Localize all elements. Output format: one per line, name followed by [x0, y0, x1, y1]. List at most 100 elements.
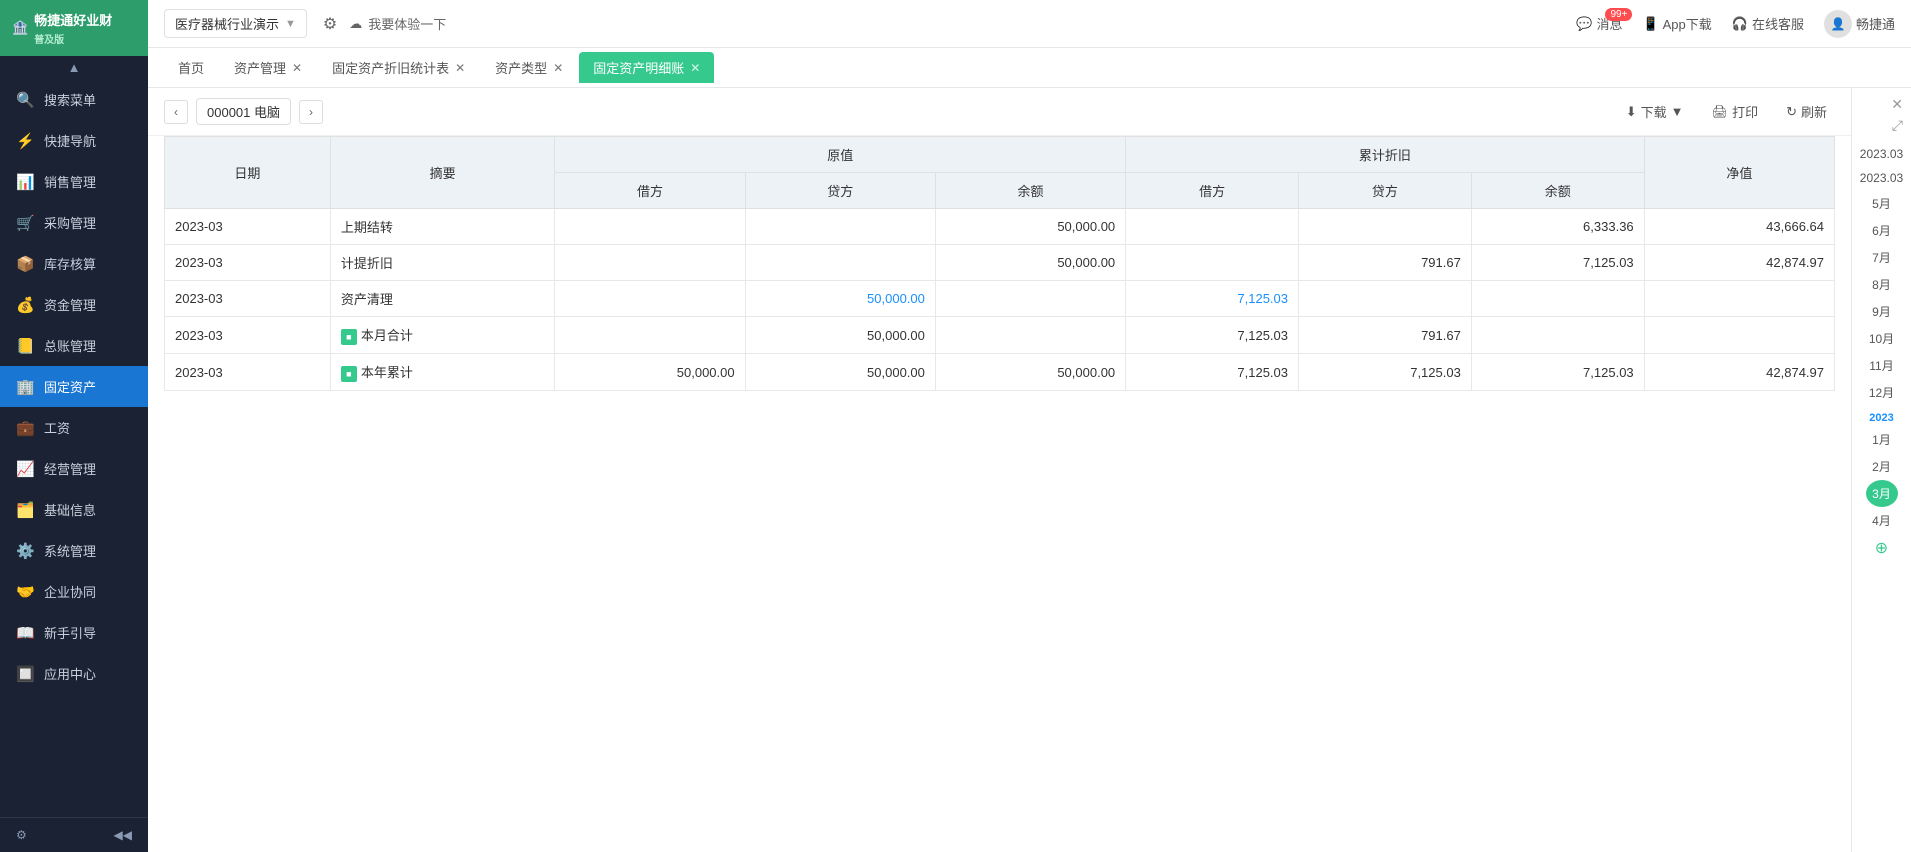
tab-close-depreciation_stat[interactable]: ✕ — [455, 61, 465, 75]
month-prev-item[interactable]: 11月 — [1869, 352, 1894, 379]
cell-acc-balance — [1471, 281, 1644, 317]
logo-text: 畅捷通好业财 — [34, 10, 112, 29]
sidebar-scroll-up[interactable]: ▲ — [0, 56, 148, 79]
tab-home[interactable]: 首页 — [164, 52, 218, 83]
tab-asset_mgmt[interactable]: 资产管理 ✕ — [220, 52, 316, 83]
year-month-2[interactable]: 2023.03 — [1852, 166, 1911, 190]
table-row: 2023-03 资产清理 50,000.00 7,125.03 — [165, 281, 1835, 317]
sidebar-icon-guide: 📖 — [16, 624, 34, 642]
experience-btn[interactable]: ☁ 我要体验一下 — [349, 14, 446, 33]
th-net-value: 净值 — [1644, 137, 1834, 209]
cell-acc-credit: 791.67 — [1299, 245, 1472, 281]
sidebar-logo: 🏦 畅捷通好业财 普及版 — [0, 0, 148, 56]
company-name: 医疗器械行业演示 — [175, 14, 279, 33]
right-panel-expand-btn[interactable]: ⤢ — [1892, 117, 1911, 134]
sidebar-icon-quick_nav: ⚡ — [16, 132, 34, 150]
cell-orig-balance: 50,000.00 — [935, 209, 1125, 245]
right-panel: ✕ ⤢ 2023.03 2023.03 5月6月7月8月9月10月11月12月 … — [1851, 88, 1911, 852]
message-btn[interactable]: 💬 消息 99+ — [1576, 14, 1622, 33]
right-panel-down-arrow[interactable]: ⊕ — [1875, 538, 1888, 558]
month-current-item[interactable]: 4月 — [1866, 507, 1898, 534]
sidebar-item-purchase[interactable]: 🛒 采购管理 — [0, 202, 148, 243]
tab-close-asset_detail[interactable]: ✕ — [690, 61, 700, 75]
cell-orig-credit — [745, 245, 935, 281]
sidebar-label-inventory: 库存核算 — [44, 254, 96, 273]
month-current-item[interactable]: 1月 — [1866, 426, 1898, 453]
cell-acc-debit — [1126, 245, 1299, 281]
month-prev-item[interactable]: 10月 — [1869, 325, 1894, 352]
topbar-settings-icon[interactable]: ⚙ — [323, 14, 337, 34]
cell-date: 2023-03 — [165, 281, 331, 317]
toolbar-actions: ⬇ 下载 ▼ 🖨 打印 ↻ 刷新 — [1618, 98, 1835, 125]
cell-orig-balance: 50,000.00 — [935, 245, 1125, 281]
tab-label-asset_mgmt: 资产管理 — [234, 58, 286, 77]
th-accumulated-depreciation: 累计折旧 — [1126, 137, 1644, 173]
cell-orig-credit[interactable]: 50,000.00 — [745, 354, 935, 391]
prev-asset-btn[interactable]: ‹ — [164, 100, 188, 124]
sidebar-item-search[interactable]: 🔍 搜索菜单 — [0, 79, 148, 120]
tab-depreciation_stat[interactable]: 固定资产折旧统计表✕ — [318, 52, 479, 83]
month-prev-item[interactable]: 9月 — [1869, 298, 1894, 325]
month-prev-item[interactable]: 8月 — [1869, 271, 1894, 298]
sidebar-item-capital[interactable]: 💰资金管理 — [0, 284, 148, 325]
cell-orig-credit[interactable]: 50,000.00 — [745, 281, 935, 317]
month-current-item[interactable]: 3月 — [1866, 480, 1898, 507]
sidebar-item-quick_nav[interactable]: ⚡ 快捷导航 — [0, 120, 148, 161]
service-btn[interactable]: 🎧 在线客服 — [1732, 14, 1804, 33]
sidebar-collapse-icon[interactable]: ◀◀ — [114, 828, 132, 842]
right-panel-close-btn[interactable]: ✕ — [1891, 96, 1911, 113]
tab-close-asset_mgmt[interactable]: ✕ — [292, 61, 302, 75]
sidebar-icon-search: 🔍 — [16, 91, 34, 109]
sidebar-item-app_center[interactable]: 🔲应用中心 — [0, 653, 148, 694]
sidebar-icon-inventory: 📦 — [16, 255, 34, 273]
month-current-item[interactable]: 2月 — [1866, 453, 1898, 480]
sidebar-label-payroll: 工资 — [44, 418, 70, 437]
cell-orig-debit — [555, 209, 745, 245]
next-asset-btn[interactable]: › — [299, 100, 323, 124]
user-btn[interactable]: 👤 畅捷通 — [1824, 10, 1895, 38]
sidebar-item-ledger[interactable]: 📒总账管理 — [0, 325, 148, 366]
refresh-btn-toolbar[interactable]: ↻ 刷新 — [1778, 98, 1835, 125]
print-toolbar-icon: 🖨 — [1712, 104, 1729, 120]
content-area: ‹ 000001 电脑 › ⬇ 下载 ▼ 🖨 打印 ↻ 刷新 — [148, 88, 1911, 852]
cell-acc-credit — [1299, 281, 1472, 317]
tab-label-asset_detail: 固定资产明细账 — [593, 58, 684, 77]
year-2023-title[interactable]: 2023 — [1869, 406, 1893, 426]
month-prev-item[interactable]: 7月 — [1869, 244, 1894, 271]
sidebar: 🏦 畅捷通好业财 普及版 ▲ 🔍 搜索菜单 ⚡ 快捷导航 📊销售管理 🛒 采购管理 📦 库存核算… — [0, 0, 148, 852]
sidebar-label-search: 搜索菜单 — [44, 90, 96, 109]
sidebar-item-guide[interactable]: 📖 新手引导 — [0, 612, 148, 653]
sidebar-icon-purchase: 🛒 — [16, 214, 34, 232]
sidebar-item-operations[interactable]: 📈经营管理 — [0, 448, 148, 489]
tab-label-asset_type: 资产类型 — [495, 58, 547, 77]
tab-close-asset_type[interactable]: ✕ — [553, 61, 563, 75]
message-badge: 99+ — [1605, 8, 1632, 21]
sidebar-settings-icon[interactable]: ⚙ — [16, 828, 27, 842]
cell-orig-credit[interactable]: 50,000.00 — [745, 317, 935, 354]
year-2023-section: 2023 1月2月3月4月 — [1852, 406, 1911, 534]
month-prev-item[interactable]: 12月 — [1869, 379, 1894, 406]
download-btn-toolbar[interactable]: ⬇ 下载 ▼ — [1618, 98, 1692, 125]
cell-acc-debit[interactable]: 7,125.03 — [1126, 281, 1299, 317]
cell-orig-debit — [555, 281, 745, 317]
sidebar-item-fixed_asset[interactable]: 🏢固定资产 — [0, 366, 148, 407]
sidebar-item-sales[interactable]: 📊销售管理 — [0, 161, 148, 202]
sidebar-item-payroll[interactable]: 💼工资 — [0, 407, 148, 448]
sidebar-label-quick_nav: 快捷导航 — [44, 131, 96, 150]
sidebar-item-basic_info[interactable]: 🗂️基础信息 — [0, 489, 148, 530]
tab-asset_detail[interactable]: 固定资产明细账 ✕ — [579, 52, 714, 83]
download-btn[interactable]: 📱 App下载 — [1642, 14, 1711, 33]
month-prev-item[interactable]: 5月 — [1869, 190, 1894, 217]
download-dropdown-icon: ▼ — [1671, 104, 1684, 119]
company-selector[interactable]: 医疗器械行业演示 ▼ — [164, 9, 307, 38]
sidebar-item-inventory[interactable]: 📦 库存核算 — [0, 243, 148, 284]
print-btn-toolbar[interactable]: 🖨 打印 — [1704, 98, 1767, 125]
sidebar-item-cooperation[interactable]: 🤝企业协同 — [0, 571, 148, 612]
month-prev-item[interactable]: 6月 — [1869, 217, 1894, 244]
year-month-1[interactable]: 2023.03 — [1852, 142, 1911, 166]
sidebar-label-guide: 新手引导 — [44, 623, 96, 642]
tab-asset_type[interactable]: 资产类型 ✕ — [481, 52, 577, 83]
cell-acc-credit — [1299, 209, 1472, 245]
sidebar-label-purchase: 采购管理 — [44, 213, 96, 232]
sidebar-item-system[interactable]: ⚙️系统管理 — [0, 530, 148, 571]
